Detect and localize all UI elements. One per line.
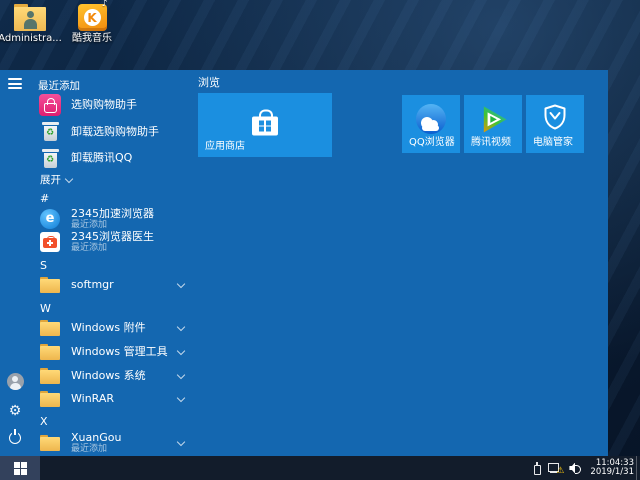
letter-header-w[interactable]: W: [30, 297, 198, 317]
chevron-down-icon: [177, 438, 185, 446]
hamburger-menu-icon[interactable]: [8, 78, 22, 89]
desktop-icon-label: 酷我音乐: [72, 33, 112, 44]
folder-item-windows-system[interactable]: Windows 系统: [30, 364, 198, 388]
warning-icon: ⚠: [556, 467, 564, 476]
uninstall-trash-icon: ♻: [42, 121, 59, 142]
start-button[interactable]: [0, 456, 40, 480]
settings-gear-icon[interactable]: ⚙: [9, 404, 22, 418]
chevron-down-icon: [177, 394, 185, 402]
windows-flag-icon: [259, 120, 271, 131]
desktop-icon-area: Administra... K ♪ 酷我音乐: [4, 4, 118, 44]
chevron-down-icon: [177, 280, 185, 288]
windows-logo-icon: [14, 462, 27, 475]
taskbar-clock[interactable]: 11:04:33 2019/1/31: [590, 459, 634, 478]
tile-tencent-video[interactable]: 腾讯视频: [464, 95, 522, 153]
app-item-shopping-assistant[interactable]: 选购购物助手: [30, 92, 198, 118]
medical-kit-icon: [40, 232, 60, 252]
expand-button[interactable]: 展开: [30, 171, 198, 187]
folder-icon: [40, 391, 60, 407]
system-tray: ⚠ 11:04:33 2019/1/31: [533, 456, 634, 480]
music-note-icon: ♪: [102, 0, 108, 9]
volume-icon[interactable]: [569, 463, 583, 474]
chevron-down-icon: [177, 347, 185, 355]
app-list: 最近添加 选购购物助手 ♻ 卸载选购购物助手 ♻ 卸载腾讯QQ 展开 #: [30, 70, 198, 456]
power-icon[interactable]: [9, 432, 21, 444]
chevron-down-icon: [177, 370, 185, 378]
app-item-uninstall-qq[interactable]: ♻ 卸载腾讯QQ: [30, 145, 198, 171]
chevron-down-icon: [65, 175, 73, 183]
folder-icon: [40, 277, 60, 293]
letter-header-x[interactable]: X: [30, 411, 198, 431]
app-item-2345-browser-doctor[interactable]: 2345浏览器医生 最近添加: [30, 230, 198, 254]
folder-icon: [40, 344, 60, 360]
letter-header-hash[interactable]: #: [30, 187, 198, 207]
clock-date: 2019/1/31: [590, 468, 634, 478]
network-warning-icon[interactable]: ⚠: [548, 462, 562, 474]
browser-e-icon: [40, 209, 60, 229]
folder-icon: [40, 435, 60, 451]
tile-panel: 浏览 应用商店 QQ浏览器 腾讯视频: [198, 70, 608, 456]
recent-added-header: 最近添加: [30, 78, 198, 92]
shield-check-icon: [543, 104, 567, 134]
letter-header-s[interactable]: S: [30, 254, 198, 274]
folder-icon: [40, 368, 60, 384]
desktop-icon-administrator-folder[interactable]: Administra...: [4, 4, 56, 44]
store-bag-icon: [252, 116, 278, 135]
tile-qq-browser[interactable]: QQ浏览器: [402, 95, 460, 153]
app-item-uninstall-shopping-assistant[interactable]: ♻ 卸载选购购物助手: [30, 118, 198, 144]
uninstall-trash-icon: ♻: [42, 148, 59, 169]
user-folder-icon: [13, 4, 47, 31]
folder-item-windows-admin-tools[interactable]: Windows 管理工具: [30, 340, 198, 364]
folder-icon: [40, 320, 60, 336]
chevron-down-icon: [177, 323, 185, 331]
folder-item-xuangou[interactable]: XuanGou 最近添加: [30, 430, 198, 456]
tile-group-header[interactable]: 浏览: [198, 74, 220, 90]
show-desktop-button[interactable]: [636, 456, 640, 480]
tile-pc-manager[interactable]: 电脑管家: [526, 95, 584, 153]
folder-item-winrar[interactable]: WinRAR: [30, 387, 198, 411]
folder-item-windows-accessories[interactable]: Windows 附件: [30, 317, 198, 341]
start-menu: ⚙ 最近添加 选购购物助手 ♻ 卸载选购购物助手 ♻ 卸载腾讯QQ 展开: [0, 70, 608, 456]
user-avatar[interactable]: [7, 373, 24, 390]
start-menu-rail: ⚙: [0, 70, 30, 456]
usb-device-icon[interactable]: [533, 462, 541, 474]
play-triangle-icon: [480, 106, 507, 133]
person-icon: [23, 11, 37, 29]
desktop: Administra... K ♪ 酷我音乐 ⚙ 最近添加 选购购物助手: [0, 0, 640, 480]
desktop-icon-label: Administra...: [0, 33, 62, 44]
taskbar: ⚠ 11:04:33 2019/1/31: [0, 456, 640, 480]
app-item-2345-browser[interactable]: 2345加速浏览器 最近添加: [30, 207, 198, 231]
desktop-icon-kuwo-music[interactable]: K ♪ 酷我音乐: [66, 4, 118, 44]
shopping-bag-icon: [39, 94, 61, 116]
kuwo-music-icon: K ♪: [78, 4, 107, 31]
folder-item-softmgr[interactable]: softmgr: [30, 274, 198, 298]
qq-browser-icon: [416, 104, 446, 134]
tile-app-store[interactable]: 应用商店: [198, 93, 332, 157]
